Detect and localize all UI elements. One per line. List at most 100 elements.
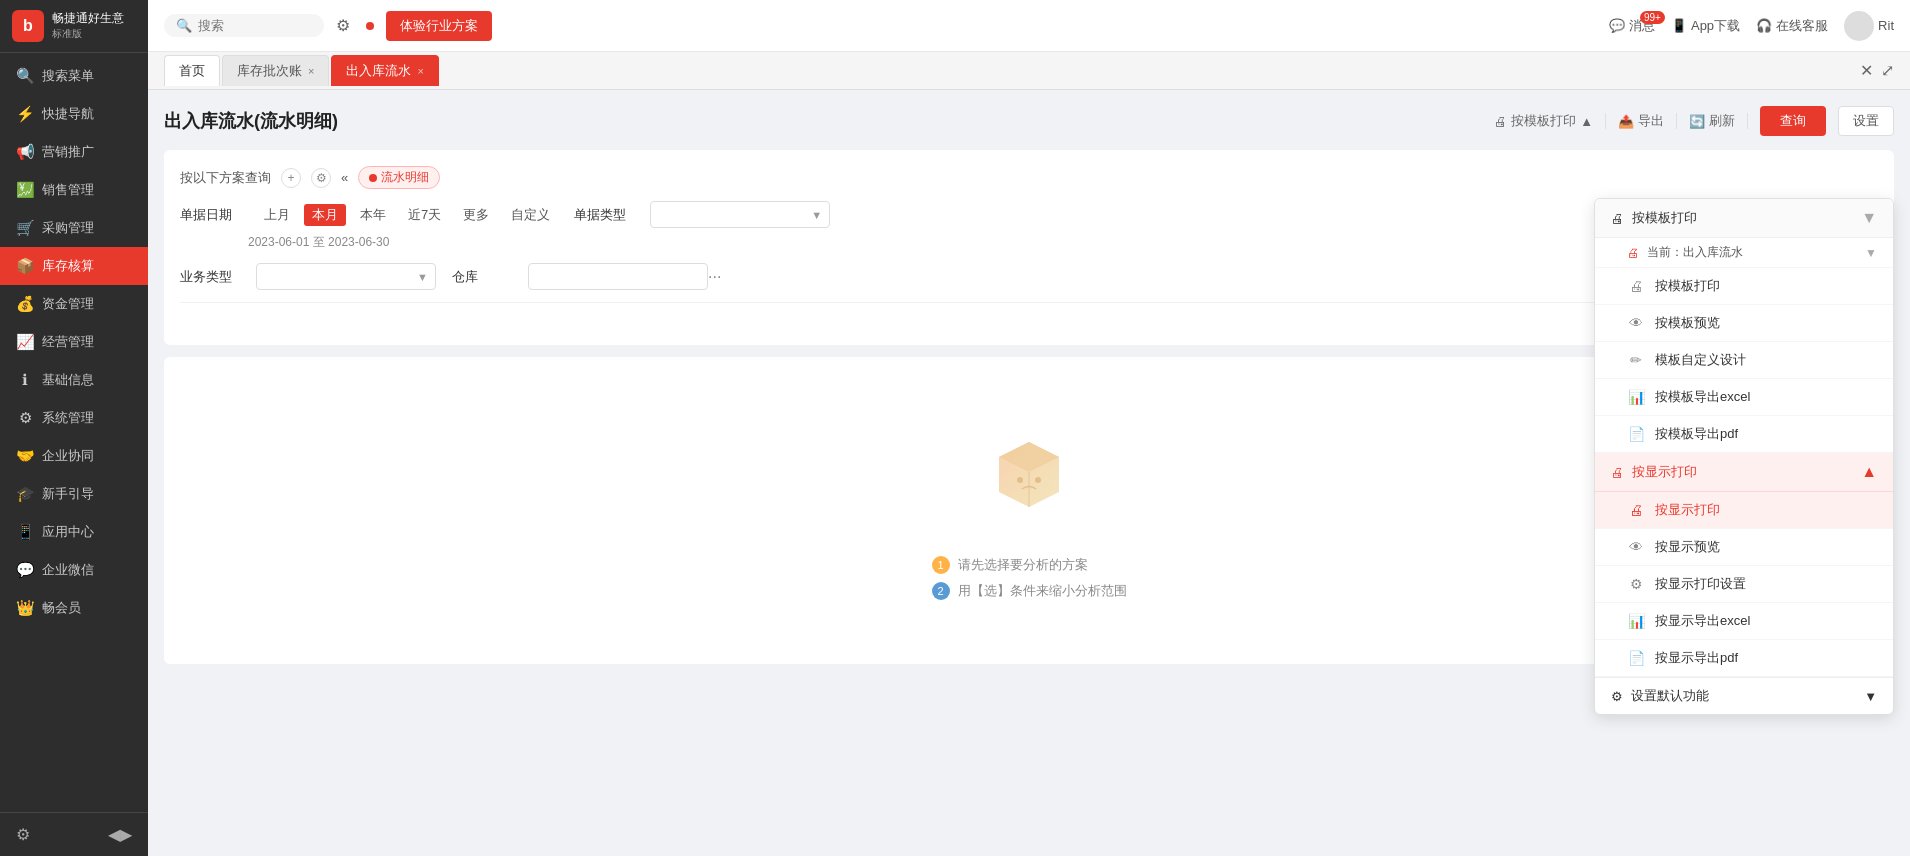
template-item-1[interactable]: 👁按模板预览 [1595,305,1893,342]
template-item-2[interactable]: ✏模板自定义设计 [1595,342,1893,379]
date-label: 单据日期 [180,206,240,224]
settings-icon[interactable]: ⚙ [16,825,30,844]
current-template-text: 当前：出入库流水 [1647,244,1743,261]
sidebar-item-搜索菜单[interactable]: 🔍搜索菜单 [0,57,148,95]
tab-maximize-icon[interactable]: ⤢ [1881,61,1894,80]
sidebar-item-采购管理[interactable]: 🛒采购管理 [0,209,148,247]
display-item-4[interactable]: 📄按显示导出pdf [1595,640,1893,677]
warehouse-select-wrap: ··· [528,263,721,290]
tab-home[interactable]: 首页 [164,55,220,86]
template-print-button[interactable]: 🖨 按模板打印 ▲ [1494,112,1593,130]
filter-add-button[interactable]: + [281,168,301,188]
display-item-2[interactable]: ⚙按显示打印设置 [1595,566,1893,603]
template-print-header-icon: 🖨 [1611,211,1624,226]
display-item-label-1: 按显示预览 [1655,538,1720,556]
sidebar-label-0: 搜索菜单 [42,67,94,85]
tab-close-all-icon[interactable]: ✕ [1860,61,1873,80]
sidebar-item-畅会员[interactable]: 👑畅会员 [0,589,148,627]
bill-type-select-wrap: ▼ [650,201,830,228]
sidebar-logo: b 畅捷通好生意 标准版 [0,0,148,53]
tab-close-batch[interactable]: × [308,65,314,77]
display-item-0[interactable]: 🖨按显示打印 [1595,492,1893,529]
avatar [1844,11,1874,41]
printer-icon: 🖨 [1494,114,1507,129]
filter-active-scheme: 流水明细 [358,166,440,189]
sidebar: b 畅捷通好生意 标准版 🔍搜索菜单⚡快捷导航📢营销推广💹销售管理🛒采购管理📦库… [0,0,148,856]
settings-button[interactable]: 设置 [1838,106,1894,136]
page-header: 出入库流水(流水明细) 🖨 按模板打印 ▲ 📤 导出 🔄 刷新 [164,106,1894,136]
sidebar-item-销售管理[interactable]: 💹销售管理 [0,171,148,209]
message-icon: 💬 [1609,18,1625,33]
app-download-button[interactable]: 📱 App下载 [1671,17,1740,35]
search-input[interactable] [198,18,298,33]
filter-setting-button[interactable]: ⚙ [311,168,331,188]
set-default-function[interactable]: ⚙ 设置默认功能 ▼ [1595,677,1893,714]
tab-inout-flow[interactable]: 出入库流水 × [331,55,438,86]
bill-type-select[interactable] [650,201,830,228]
display-item-label-3: 按显示导出excel [1655,612,1750,630]
sidebar-item-新手引导[interactable]: 🎓新手引导 [0,475,148,513]
tab-inventory-batch[interactable]: 库存批次账 × [222,55,329,86]
date-options: 上月本月本年近7天更多自定义 [256,204,558,226]
warehouse-select[interactable] [528,263,708,290]
search-box[interactable]: 🔍 [164,14,324,37]
date-option-上月[interactable]: 上月 [256,204,298,226]
sidebar-item-快捷导航[interactable]: ⚡快捷导航 [0,95,148,133]
sidebar-item-资金管理[interactable]: 💰资金管理 [0,285,148,323]
template-item-label-4: 按模板导出pdf [1655,425,1738,443]
sidebar-label-13: 企业微信 [42,561,94,579]
tab-close-inout[interactable]: × [417,65,423,77]
display-item-1[interactable]: 👁按显示预览 [1595,529,1893,566]
query-button[interactable]: 查询 [1760,106,1826,136]
date-option-本月[interactable]: 本月 [304,204,346,226]
display-item-3[interactable]: 📊按显示导出excel [1595,603,1893,640]
template-item-icon-2: ✏ [1627,352,1645,368]
template-item-3[interactable]: 📊按模板导出excel [1595,379,1893,416]
sidebar-item-应用中心[interactable]: 📱应用中心 [0,513,148,551]
display-print-section-header[interactable]: 🖨 按显示打印 ▲ [1595,453,1893,492]
date-option-本年[interactable]: 本年 [352,204,394,226]
template-item-4[interactable]: 📄按模板导出pdf [1595,416,1893,453]
sidebar-icon-8: ℹ [16,371,34,389]
template-print-section-header[interactable]: 🖨 按模板打印 ▼ [1595,199,1893,238]
app-name: 畅捷通好生意 [52,11,124,27]
collapse-sidebar-icon[interactable]: ◀▶ [108,825,132,844]
topbar-username: Rit [1878,18,1894,33]
industry-solution-button[interactable]: 体验行业方案 [386,11,492,41]
refresh-button[interactable]: 🔄 刷新 [1689,112,1735,130]
sidebar-item-系统管理[interactable]: ⚙系统管理 [0,399,148,437]
biz-type-select[interactable] [256,263,436,290]
sidebar-icon-4: 🛒 [16,219,34,237]
template-item-label-1: 按模板预览 [1655,314,1720,332]
template-item-0[interactable]: 🖨按模板打印 [1595,268,1893,305]
sidebar-item-营销推广[interactable]: 📢营销推广 [0,133,148,171]
sidebar-icon-11: 🎓 [16,485,34,503]
template-item-icon-3: 📊 [1627,389,1645,405]
template-items: 🖨按模板打印👁按模板预览✏模板自定义设计📊按模板导出excel📄按模板导出pdf [1595,268,1893,453]
messages-button[interactable]: 💬 消息 99+ [1609,17,1655,35]
export-button[interactable]: 📤 导出 [1618,112,1664,130]
date-option-近7天[interactable]: 近7天 [400,204,449,226]
default-func-label: 设置默认功能 [1631,687,1709,705]
sidebar-item-企业微信[interactable]: 💬企业微信 [0,551,148,589]
online-service-button[interactable]: 🎧 在线客服 [1756,17,1828,35]
warehouse-dots-icon[interactable]: ··· [708,268,721,286]
date-option-自定义[interactable]: 自定义 [503,204,558,226]
sidebar-item-企业协同[interactable]: 🤝企业协同 [0,437,148,475]
display-item-icon-2: ⚙ [1627,576,1645,592]
sidebar-item-经营管理[interactable]: 📈经营管理 [0,323,148,361]
sidebar-item-基础信息[interactable]: ℹ基础信息 [0,361,148,399]
display-section-chevron: ▲ [1861,463,1877,481]
main-area: 🔍 ⚙ 体验行业方案 💬 消息 99+ 📱 App下载 🎧 在线客服 [148,0,1910,856]
app-edition: 标准版 [52,27,124,41]
user-profile-button[interactable]: Rit [1844,11,1894,41]
sidebar-label-1: 快捷导航 [42,105,94,123]
date-option-更多[interactable]: 更多 [455,204,497,226]
sidebar-item-库存核算[interactable]: 📦库存核算 [0,247,148,285]
topbar-gear-icon[interactable]: ⚙ [336,16,350,35]
filter-collapse-icon[interactable]: « [341,170,348,185]
refresh-icon: 🔄 [1689,114,1705,129]
export-icon: 📤 [1618,114,1634,129]
page-title: 出入库流水(流水明细) [164,109,338,133]
sidebar-label-10: 企业协同 [42,447,94,465]
